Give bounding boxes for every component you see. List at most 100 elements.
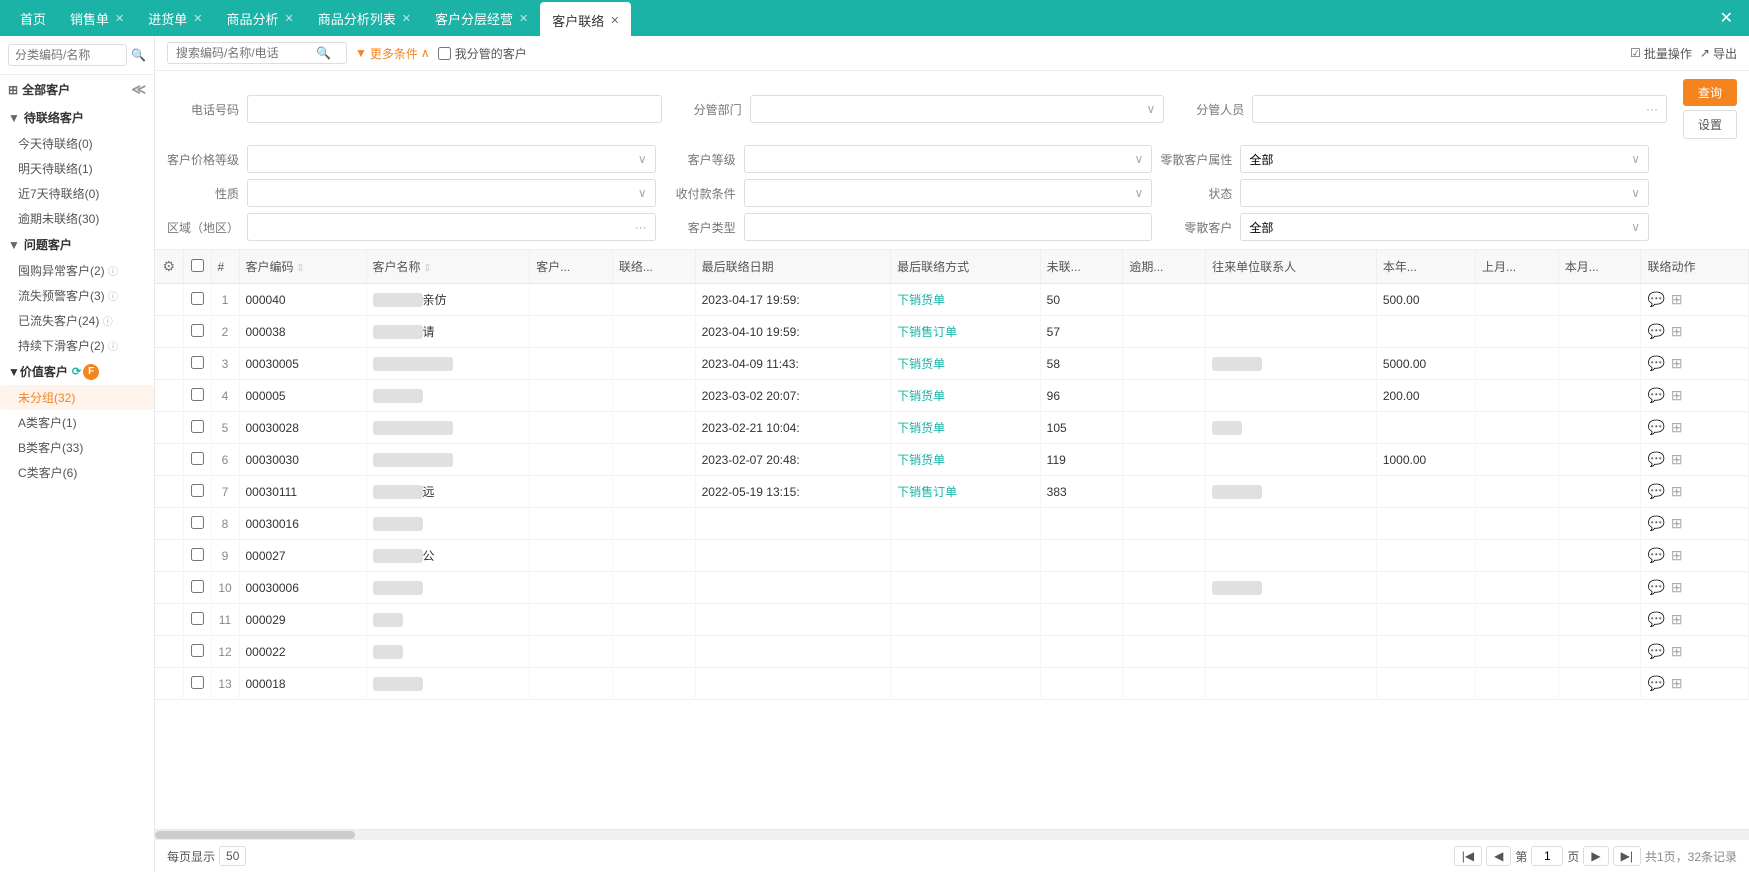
scatter-customer-select[interactable]: 全部 ∨ xyxy=(1240,213,1649,241)
more-dot-icon[interactable]: ··· xyxy=(635,220,647,234)
customer-type-select[interactable] xyxy=(744,213,1153,241)
th-last-contact-method[interactable]: 最后联络方式 xyxy=(891,250,1041,284)
refresh-icon[interactable]: ⟳ xyxy=(72,365,81,378)
row-checkbox[interactable] xyxy=(191,676,204,689)
grid-action-icon[interactable]: ⊞ xyxy=(1671,451,1683,468)
prev-page-button[interactable]: ◀ xyxy=(1486,846,1511,866)
sidebar-item-tomorrow[interactable]: 明天待联络(1) xyxy=(0,156,154,181)
grid-action-icon[interactable]: ⊞ xyxy=(1671,675,1683,692)
grid-action-icon[interactable]: ⊞ xyxy=(1671,387,1683,404)
row-checkbox[interactable] xyxy=(191,356,204,369)
page-input[interactable] xyxy=(1531,846,1563,866)
gear-icon[interactable]: ⚙ xyxy=(162,258,175,274)
last-page-button[interactable]: ▶| xyxy=(1613,846,1641,866)
row-checkbox[interactable] xyxy=(191,324,204,337)
sidebar-item-class-b[interactable]: B类客户(33) xyxy=(0,435,154,460)
close-icon[interactable]: ✕ xyxy=(115,12,124,25)
row-checkbox[interactable] xyxy=(191,452,204,465)
chat-icon[interactable]: 💬 xyxy=(1647,291,1664,308)
manager-select[interactable]: ··· xyxy=(1252,95,1667,123)
sidebar-group-problem[interactable]: ▼ 问题客户 xyxy=(0,231,154,258)
grid-action-icon[interactable]: ⊞ xyxy=(1671,355,1683,372)
next-page-button[interactable]: ▶ xyxy=(1583,846,1608,866)
contact-method-link[interactable]: 下销货单 xyxy=(897,357,945,371)
my-customer-checkbox-wrap[interactable]: 我分管的客户 xyxy=(438,45,527,62)
grid-action-icon[interactable]: ⊞ xyxy=(1671,419,1683,436)
chat-icon[interactable]: 💬 xyxy=(1647,483,1664,500)
th-last-month[interactable]: 上月... xyxy=(1476,250,1559,284)
query-button[interactable]: 查询 xyxy=(1683,79,1737,106)
grid-action-icon[interactable]: ⊞ xyxy=(1671,323,1683,340)
chat-icon[interactable]: 💬 xyxy=(1647,547,1664,564)
nav-close-button[interactable]: ✕ xyxy=(1712,8,1741,28)
more-conditions-btn[interactable]: ▼ 更多条件 ∧ xyxy=(355,45,430,62)
contact-method-link[interactable]: 下销售订单 xyxy=(897,485,957,499)
region-select[interactable]: ··· xyxy=(247,213,656,241)
row-checkbox[interactable] xyxy=(191,644,204,657)
phone-input[interactable] xyxy=(247,95,662,123)
row-checkbox[interactable] xyxy=(191,580,204,593)
contact-method-link[interactable]: 下销货单 xyxy=(897,421,945,435)
tab-purchase[interactable]: 进货单 ✕ xyxy=(136,0,214,36)
th-this-month[interactable]: 本月... xyxy=(1558,250,1641,284)
th-name[interactable]: 客户名称 xyxy=(366,250,530,284)
select-all-checkbox[interactable] xyxy=(191,259,204,272)
chat-icon[interactable]: 💬 xyxy=(1647,515,1664,532)
grid-action-icon[interactable]: ⊞ xyxy=(1671,643,1683,660)
tab-customer-contact[interactable]: 客户联络 ✕ xyxy=(540,2,631,38)
batch-ops-button[interactable]: ☑ 批量操作 xyxy=(1630,45,1692,62)
chat-icon[interactable]: 💬 xyxy=(1647,419,1664,436)
sidebar-item-declining[interactable]: 持续下滑客户(2) ⓘ xyxy=(0,333,154,358)
collapse-icon[interactable]: ≪ xyxy=(131,81,146,98)
row-checkbox[interactable] xyxy=(191,420,204,433)
th-code[interactable]: 客户编码 xyxy=(239,250,366,284)
tab-customer-segment[interactable]: 客户分层经营 ✕ xyxy=(423,0,540,36)
sidebar-group-value[interactable]: ▼ 价值客户 ⟳ F xyxy=(0,358,154,385)
category-search-icon[interactable]: 🔍 xyxy=(131,48,146,62)
grid-action-icon[interactable]: ⊞ xyxy=(1671,611,1683,628)
row-checkbox[interactable] xyxy=(191,388,204,401)
close-icon[interactable]: ✕ xyxy=(610,14,619,27)
close-icon[interactable]: ✕ xyxy=(285,12,294,25)
chat-icon[interactable]: 💬 xyxy=(1647,355,1664,372)
my-customer-checkbox[interactable] xyxy=(438,47,451,60)
close-icon[interactable]: ✕ xyxy=(193,12,202,25)
th-gear[interactable]: ⚙ xyxy=(155,250,183,284)
contact-method-link[interactable]: 下销货单 xyxy=(897,293,945,307)
search-input[interactable] xyxy=(176,46,316,60)
sidebar-item-class-c[interactable]: C类客户(6) xyxy=(0,460,154,485)
th-last-contact-date[interactable]: 最后联络日期 xyxy=(695,250,890,284)
close-icon[interactable]: ✕ xyxy=(519,12,528,25)
contact-method-link[interactable]: 下销货单 xyxy=(897,389,945,403)
grid-action-icon[interactable]: ⊞ xyxy=(1671,291,1683,308)
sidebar-item-churn-warning[interactable]: 流失预警客户(3) ⓘ xyxy=(0,283,154,308)
first-page-button[interactable]: |◀ xyxy=(1454,846,1482,866)
row-checkbox[interactable] xyxy=(191,516,204,529)
th-overdue[interactable]: 逾期... xyxy=(1123,250,1206,284)
th-customer-type[interactable]: 客户... xyxy=(530,250,613,284)
payment-select[interactable]: ∨ xyxy=(744,179,1153,207)
tab-sales[interactable]: 销售单 ✕ xyxy=(58,0,136,36)
table-scroll-thumb[interactable] xyxy=(155,831,355,839)
th-unit-contact[interactable]: 往来单位联系人 xyxy=(1206,250,1377,284)
grid-action-icon[interactable]: ⊞ xyxy=(1671,515,1683,532)
th-this-year[interactable]: 本年... xyxy=(1376,250,1475,284)
chat-icon[interactable]: 💬 xyxy=(1647,451,1664,468)
chat-icon[interactable]: 💬 xyxy=(1647,643,1664,660)
chat-icon[interactable]: 💬 xyxy=(1647,675,1664,692)
table-scroll-bar[interactable] xyxy=(155,829,1749,839)
chat-icon[interactable]: 💬 xyxy=(1647,387,1664,404)
per-page-select[interactable]: 50 xyxy=(219,846,246,866)
sidebar-item-class-a[interactable]: A类客户(1) xyxy=(0,410,154,435)
tab-home[interactable]: 首页 xyxy=(8,0,58,36)
chat-icon[interactable]: 💬 xyxy=(1647,579,1664,596)
dept-select[interactable]: ∨ xyxy=(750,95,1165,123)
close-icon[interactable]: ✕ xyxy=(402,12,411,25)
search-icon[interactable]: 🔍 xyxy=(316,46,331,60)
th-no-contact[interactable]: 未联... xyxy=(1040,250,1123,284)
row-checkbox[interactable] xyxy=(191,484,204,497)
nature-select[interactable]: ∨ xyxy=(247,179,656,207)
grid-action-icon[interactable]: ⊞ xyxy=(1671,483,1683,500)
chat-icon[interactable]: 💬 xyxy=(1647,611,1664,628)
price-level-select[interactable]: ∨ xyxy=(247,145,656,173)
